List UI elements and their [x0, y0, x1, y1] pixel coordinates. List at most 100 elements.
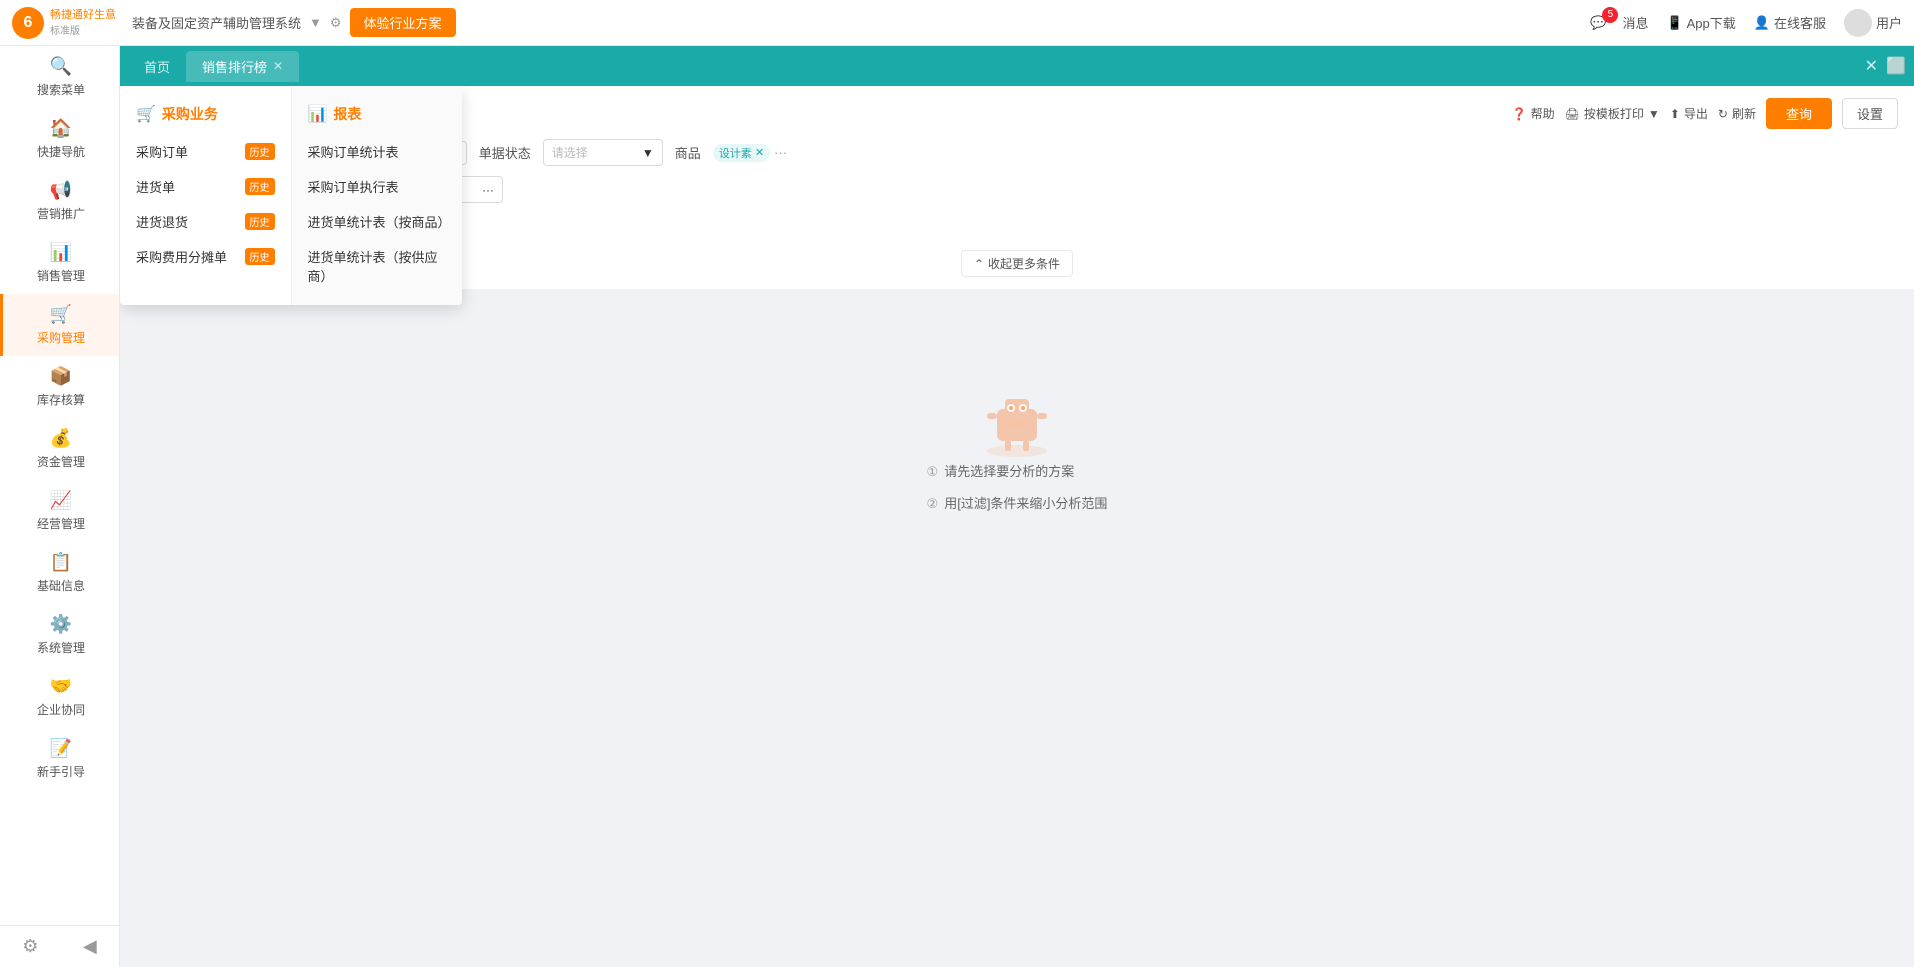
message-badge: 5 — [1602, 7, 1618, 23]
collapse-sidebar-icon[interactable]: ◀ — [83, 936, 97, 957]
logo-icon: 6 — [12, 7, 44, 39]
ellipsis-icon[interactable]: ··· — [774, 145, 787, 160]
goods-field: 设计素 ✕ ··· — [713, 144, 787, 162]
inventory-icon: 📦 — [50, 366, 72, 387]
tab-bar: 首页 销售排行榜 ✕ ✕ ⬜ — [120, 46, 1914, 86]
beginner-icon: 📝 — [50, 738, 72, 759]
sidebar-item-label: 基础信息 — [37, 577, 85, 594]
sidebar-item-label: 快捷导航 — [37, 143, 85, 160]
tab-home[interactable]: 首页 — [128, 51, 186, 82]
sidebar-item-inventory[interactable]: 📦 库存核算 — [0, 356, 119, 418]
tab-close-icon[interactable]: ✕ — [273, 59, 283, 73]
home-icon: 🏠 — [50, 118, 72, 139]
order-status-label: 单据状态 — [479, 143, 531, 162]
industry-btn[interactable]: 体验行业方案 — [350, 8, 456, 37]
setting-btn[interactable]: 设置 — [1842, 98, 1898, 129]
print-icon: 🖨 — [1565, 107, 1580, 121]
sidebar-item-purchase[interactable]: 🛒 采购管理 — [0, 294, 119, 356]
template-print-btn[interactable]: 🖨 按模板打印 ▼ — [1565, 105, 1660, 122]
dropdown-item-report-2[interactable]: 进货单统计表（按商品） — [292, 204, 463, 239]
dropdown-item-report-0[interactable]: 采购订单统计表 — [292, 134, 463, 169]
logo-sub: 标准版 — [50, 22, 116, 37]
goods-label: 商品 — [675, 143, 701, 162]
purchase-icon: 🛒 — [50, 304, 72, 325]
chevron-down-icon[interactable]: ▼ — [309, 15, 322, 30]
order-status-select[interactable]: 请选择 ▼ — [543, 139, 663, 166]
sidebar-item-marketing[interactable]: 📢 营销推广 — [0, 170, 119, 232]
tab-sales-rank[interactable]: 销售排行榜 ✕ — [186, 51, 299, 82]
dropdown-item-purchase-goods[interactable]: 进货单 历史 — [120, 169, 291, 204]
report-item-3-label: 进货单统计表（按供应商） — [308, 247, 447, 285]
sidebar-item-label: 企业协同 — [37, 701, 85, 718]
enterprise-icon: 🤝 — [50, 676, 72, 697]
history-badge-0: 历史 — [245, 143, 275, 160]
sidebar-item-label: 经营管理 — [37, 515, 85, 532]
sidebar-item-basic-info[interactable]: 📋 基础信息 — [0, 542, 119, 604]
main-layout: 🔍 搜索菜单 🏠 快捷导航 📢 营销推广 📊 销售管理 🛒 采购管理 📦 库存核… — [0, 46, 1914, 967]
finance-icon: 💰 — [50, 428, 72, 449]
maximize-icon[interactable]: ⬜ — [1886, 56, 1906, 76]
message-btn[interactable]: 💬 5 消息 — [1590, 13, 1648, 32]
report-col: 📊 报表 采购订单统计表 采购订单执行表 进货单统计表（按商品） 进货单统计表（… — [291, 86, 463, 305]
header-right: 💬 5 消息 📱 App下载 👤 在线客服 用户 — [1590, 9, 1902, 37]
gear-icon[interactable]: ⚙ — [330, 15, 342, 31]
dropdown-item-report-3[interactable]: 进货单统计表（按供应商） — [292, 239, 463, 293]
empty-line-2: 用[过滤]条件来缩小分析范围 — [944, 491, 1107, 517]
search-icon: 🔍 — [50, 56, 72, 77]
empty-line-1: 请先选择要分析的方案 — [944, 459, 1074, 485]
sidebar-item-system[interactable]: ⚙️ 系统管理 — [0, 604, 119, 666]
dropdown-item-report-1[interactable]: 采购订单执行表 — [292, 169, 463, 204]
purchase-order-label: 采购订单 — [136, 142, 188, 161]
window-close-icon[interactable]: ✕ — [1865, 56, 1878, 76]
sidebar-item-label: 搜索菜单 — [37, 81, 85, 98]
message-label: 消息 — [1622, 13, 1648, 32]
help-icon: ❓ — [1512, 107, 1527, 121]
sidebar-item-beginner[interactable]: 📝 新手引导 — [0, 728, 119, 790]
refresh-btn[interactable]: ↻ 刷新 — [1718, 105, 1756, 122]
dropdown-item-purchase-order[interactable]: 采购订单 历史 — [120, 134, 291, 169]
sidebar-item-operations[interactable]: 📈 经营管理 — [0, 480, 119, 542]
sidebar-item-quick-nav[interactable]: 🏠 快捷导航 — [0, 108, 119, 170]
purchase-business-header: 🛒 采购业务 — [120, 98, 291, 134]
dropdown-item-purchase-expense[interactable]: 采购费用分摊单 历史 — [120, 239, 291, 274]
query-btn[interactable]: 查询 — [1766, 98, 1832, 129]
settings-icon[interactable]: ⚙ — [22, 936, 38, 957]
sidebar-item-finance[interactable]: 💰 资金管理 — [0, 418, 119, 480]
empty-state: ① 请先选择要分析的方案 ② 用[过滤]条件来缩小分析范围 — [120, 289, 1914, 597]
chevron-up-icon: ⌃ — [974, 257, 984, 271]
refresh-label: 刷新 — [1732, 105, 1756, 122]
collapse-btn[interactable]: ⌃ 收起更多条件 — [961, 250, 1073, 277]
ellipsis-icon: ··· — [482, 183, 494, 197]
phone-icon: 📱 — [1666, 15, 1682, 31]
online-service-btn[interactable]: 👤 在线客服 — [1754, 13, 1826, 32]
empty-num-1: ① — [927, 464, 939, 480]
app-download-btn[interactable]: 📱 App下载 — [1666, 13, 1735, 32]
logo-area: 6 畅捷通好生意 标准版 — [12, 7, 132, 39]
purchase-section-title: 采购业务 — [162, 104, 218, 124]
goods-tag-close-icon[interactable]: ✕ — [755, 146, 764, 159]
sidebar-item-search[interactable]: 🔍 搜索菜单 — [0, 46, 119, 108]
page-content: ❓ 帮助 🖨 按模板打印 ▼ ⬆ 导出 ↻ 刷新 — [120, 86, 1914, 967]
report-item-2-label: 进货单统计表（按商品） — [308, 212, 447, 231]
history-badge-2: 历史 — [245, 213, 275, 230]
robot-illustration — [967, 369, 1067, 459]
export-btn[interactable]: ⬆ 导出 — [1670, 105, 1708, 122]
tab-home-label: 首页 — [144, 57, 170, 76]
sales-icon: 📊 — [50, 242, 72, 263]
logo-text: 畅捷通好生意 — [50, 8, 116, 22]
purchase-return-label: 进货退货 — [136, 212, 188, 231]
purchase-goods-label: 进货单 — [136, 177, 175, 196]
sidebar-item-enterprise[interactable]: 🤝 企业协同 — [0, 666, 119, 728]
export-label: 导出 — [1684, 105, 1708, 122]
online-service-label: 在线客服 — [1774, 13, 1826, 32]
collapse-label: 收起更多条件 — [988, 255, 1060, 272]
content-area: 首页 销售排行榜 ✕ ✕ ⬜ ❓ 帮助 — [120, 46, 1914, 967]
report-header: 📊 报表 — [292, 98, 463, 134]
history-badge-3: 历史 — [245, 248, 275, 265]
dropdown-item-purchase-return[interactable]: 进货退货 历史 — [120, 204, 291, 239]
sidebar-item-sales[interactable]: 📊 销售管理 — [0, 232, 119, 294]
help-btn[interactable]: ❓ 帮助 — [1512, 105, 1555, 122]
user-btn[interactable]: 用户 — [1844, 9, 1902, 37]
sidebar-item-label: 资金管理 — [37, 453, 85, 470]
operations-icon: 📈 — [50, 490, 72, 511]
